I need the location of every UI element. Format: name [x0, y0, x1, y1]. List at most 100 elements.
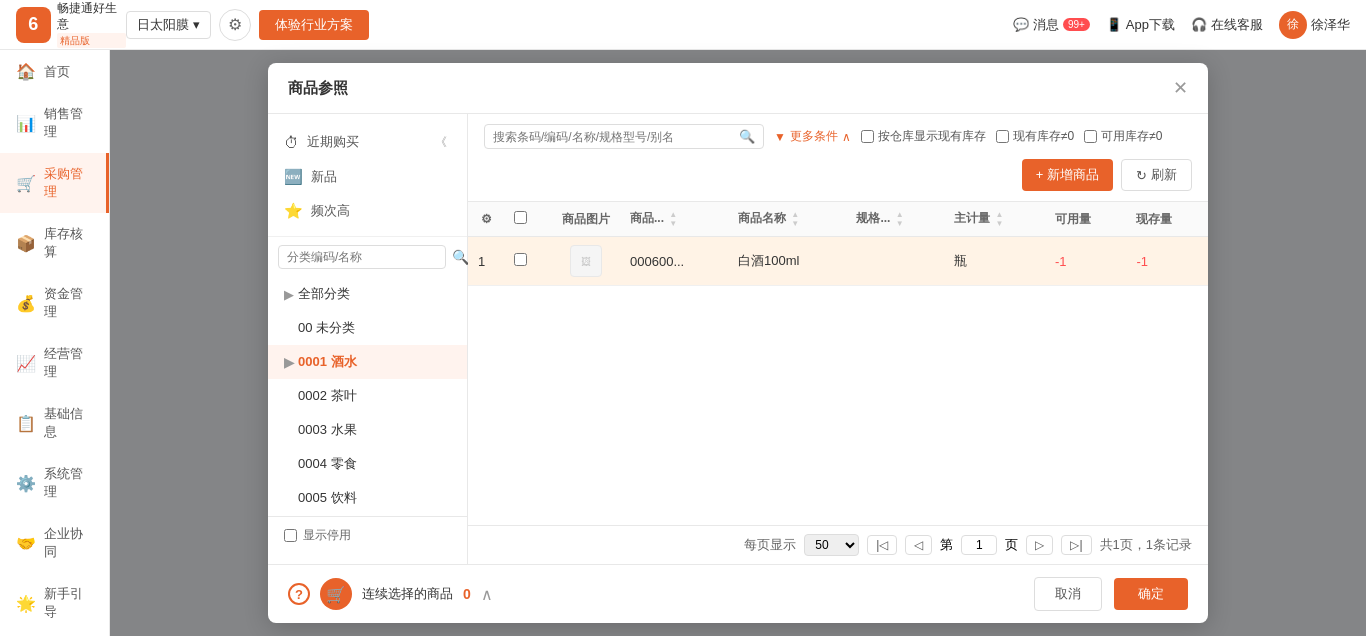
th-image: 商品图片: [552, 202, 620, 237]
logo-text: 畅捷通好生意 精品版: [57, 1, 126, 47]
refresh-button[interactable]: ↻ 刷新: [1121, 159, 1192, 191]
category-item-snack[interactable]: 0004 零食: [268, 447, 467, 481]
dialog-close-button[interactable]: ✕: [1173, 77, 1188, 99]
cart-button[interactable]: 🛒: [320, 578, 352, 610]
sidebar-item-purchase[interactable]: 🛒 采购管理: [0, 153, 109, 213]
show-disabled-row: 显示停用: [268, 516, 467, 554]
prev-page-button[interactable]: ◁: [905, 535, 932, 555]
star-icon: ⭐: [284, 202, 303, 220]
dialog-footer: ? 🛒 连续选择的商品 0 ∧ 取消 确定: [268, 564, 1208, 623]
dialog-overlay: 商品参照 ✕ ⏱ 近期购买 《 🆕: [110, 50, 1366, 636]
quick-link-new[interactable]: 🆕 新品: [268, 160, 467, 194]
clock-icon: ⏱: [284, 134, 299, 151]
base-icon: 📋: [16, 414, 36, 433]
next-page-button[interactable]: ▷: [1026, 535, 1053, 555]
cancel-button[interactable]: 取消: [1034, 577, 1102, 611]
phone-icon: 📱: [1106, 17, 1122, 32]
current-stock-checkbox[interactable]: [996, 130, 1009, 143]
sidebar-item-sales[interactable]: 📊 销售管理: [0, 93, 109, 153]
page-size-select[interactable]: 50 10 20 100: [804, 534, 859, 556]
category-item-tea[interactable]: 0002 茶叶: [268, 379, 467, 413]
chevron-down-icon: ▾: [193, 17, 200, 32]
search-icon[interactable]: 🔍: [739, 129, 755, 144]
category-search-input[interactable]: [278, 245, 446, 269]
experience-button[interactable]: 体验行业方案: [259, 10, 369, 40]
add-product-button[interactable]: + 新增商品: [1022, 159, 1113, 191]
avatar: 徐: [1279, 11, 1307, 39]
system-icon: ⚙️: [16, 474, 36, 493]
online-service-button[interactable]: 🎧 在线客服: [1191, 16, 1263, 34]
row-stock: -1: [1126, 237, 1208, 286]
row-checkbox[interactable]: [514, 253, 527, 266]
category-item-fruit[interactable]: 0003 水果: [268, 413, 467, 447]
category-search: 🔍: [268, 237, 467, 277]
select-all-checkbox[interactable]: [514, 211, 527, 224]
message-button[interactable]: 💬 消息 99+: [1013, 16, 1090, 34]
main-layout: 🏠 首页 📊 销售管理 🛒 采购管理 📦 库存核算 💰 资金管理 📈 经营管理 …: [0, 50, 1366, 636]
th-unit[interactable]: 主计量 ▲▼: [944, 202, 1045, 237]
product-search-input[interactable]: [493, 130, 735, 144]
quick-link-recent[interactable]: ⏱ 近期购买 《: [268, 124, 467, 160]
arrow-icon: ▶: [284, 355, 294, 370]
th-stock: 现存量: [1126, 202, 1208, 237]
category-search-icon[interactable]: 🔍: [452, 249, 469, 265]
th-spec[interactable]: 规格... ▲▼: [846, 202, 944, 237]
home-icon: 🏠: [16, 62, 36, 81]
refresh-icon: ↻: [1136, 168, 1147, 183]
row-index: 1: [468, 237, 504, 286]
product-table: ⚙ 商品图片 商品... ▲▼ 商品名称 ▲▼ 规格... ▲▼ 主计量 ▲▼ …: [468, 202, 1208, 525]
product-image: 🖼: [570, 245, 602, 277]
pagination: 每页显示 50 10 20 100 |◁ ◁ 第 页: [468, 525, 1208, 564]
product-reference-dialog: 商品参照 ✕ ⏱ 近期购买 《 🆕: [268, 63, 1208, 623]
category-item-liquor[interactable]: ▶ 0001 酒水: [268, 345, 467, 379]
app-download-button[interactable]: 📱 App下载: [1106, 16, 1175, 34]
table-row[interactable]: 1 🖼 000600... 白酒100ml 瓶: [468, 237, 1208, 286]
content-area: 商品参照 ✕ ⏱ 近期购买 《 🆕: [110, 50, 1366, 636]
sidebar-item-operations[interactable]: 📈 经营管理: [0, 333, 109, 393]
th-name[interactable]: 商品名称 ▲▼: [728, 202, 846, 237]
confirm-button[interactable]: 确定: [1114, 578, 1188, 610]
sidebar-item-inventory[interactable]: 📦 库存核算: [0, 213, 109, 273]
more-filter-button[interactable]: ▼ 更多条件 ∧: [774, 128, 851, 145]
sidebar-item-home[interactable]: 🏠 首页: [0, 50, 109, 93]
quick-link-frequent[interactable]: ⭐ 频次高: [268, 194, 467, 228]
headset-icon: 🎧: [1191, 17, 1207, 32]
quick-links: ⏱ 近期购买 《 🆕 新品 ⭐ 频次高: [268, 124, 467, 237]
nav-selector[interactable]: 日太阳膜 ▾: [126, 11, 211, 39]
last-page-button[interactable]: ▷|: [1061, 535, 1091, 555]
sidebar: 🏠 首页 📊 销售管理 🛒 采购管理 📦 库存核算 💰 资金管理 📈 经营管理 …: [0, 50, 110, 636]
sidebar-item-collab[interactable]: 🤝 企业协同: [0, 513, 109, 573]
row-checkbox-cell: [504, 237, 552, 286]
sidebar-item-guide[interactable]: 🌟 新手引导: [0, 573, 109, 633]
row-unit: 瓶: [944, 237, 1045, 286]
warehouse-stock-checkbox[interactable]: [861, 130, 874, 143]
row-available: -1: [1045, 237, 1126, 286]
chevron-up-icon: ∧: [842, 130, 851, 144]
nav-right: 💬 消息 99+ 📱 App下载 🎧 在线客服 徐 徐泽华: [1013, 11, 1350, 39]
settings-button[interactable]: ⚙: [219, 9, 251, 41]
th-code[interactable]: 商品... ▲▼: [620, 202, 728, 237]
show-disabled-checkbox[interactable]: [284, 529, 297, 542]
toolbar-right: + 新增商品 ↻ 刷新: [1022, 159, 1192, 191]
help-button[interactable]: ?: [288, 583, 310, 605]
arrow-icon: ▶: [284, 287, 294, 302]
collapse-button[interactable]: 《: [431, 132, 451, 152]
finance-icon: 💰: [16, 294, 36, 313]
row-image-cell: 🖼: [552, 237, 620, 286]
sales-icon: 📊: [16, 114, 36, 133]
available-stock-checkbox[interactable]: [1084, 130, 1097, 143]
first-page-button[interactable]: |◁: [867, 535, 897, 555]
sidebar-item-finance[interactable]: 💰 资金管理: [0, 273, 109, 333]
category-panel: ⏱ 近期购买 《 🆕 新品 ⭐ 频次高: [268, 114, 468, 564]
logo-area: 6 畅捷通好生意 精品版: [16, 1, 126, 47]
row-name: 白酒100ml: [728, 237, 846, 286]
sidebar-item-system[interactable]: ⚙️ 系统管理: [0, 453, 109, 513]
category-item-uncategorized[interactable]: 00 未分类: [268, 311, 467, 345]
category-item-all[interactable]: ▶ 全部分类: [268, 277, 467, 311]
user-menu[interactable]: 徐 徐泽华: [1279, 11, 1350, 39]
category-item-drink[interactable]: 0005 饮料: [268, 481, 467, 515]
footer-collapse-button[interactable]: ∧: [481, 585, 493, 604]
page-number-input[interactable]: [961, 535, 997, 555]
sidebar-item-base[interactable]: 📋 基础信息: [0, 393, 109, 453]
category-list: ▶ 全部分类 00 未分类 ▶ 0001 酒水 0002 茶: [268, 277, 467, 516]
